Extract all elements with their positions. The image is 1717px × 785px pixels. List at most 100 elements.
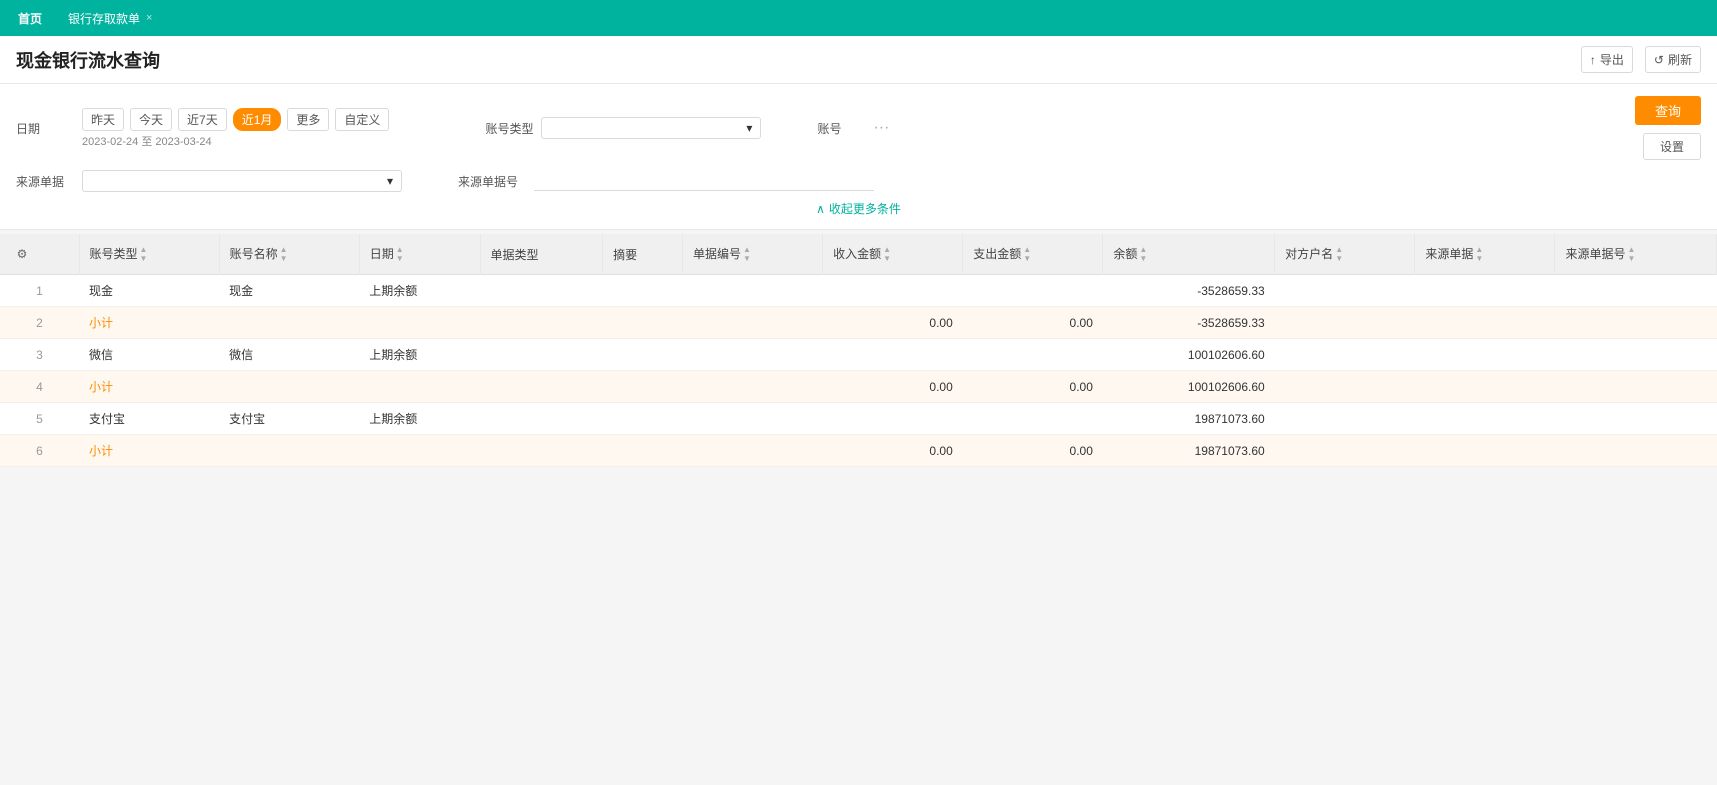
cell-expense [963,403,1103,435]
account-type-chevron: ▾ [746,121,752,135]
cell-expense [963,275,1103,307]
nav-home[interactable]: 首页 [4,0,56,36]
table-row: 3微信微信上期余额100102606.60 [0,339,1717,371]
cell-doc_no [682,339,822,371]
date-btn-近7天[interactable]: 近7天 [178,108,227,131]
col-header-source_doc_no[interactable]: 来源单据号▲▼ [1555,234,1717,275]
nav-tab-银行存取款单[interactable]: 银行存取款单× [56,0,188,36]
cell-doc_no [682,435,822,467]
cell-num: 4 [0,371,79,403]
col-header-doc_type: 单据类型 [480,234,603,275]
cell-source_doc_no [1555,307,1717,339]
cell-expense: 0.00 [963,371,1103,403]
cell-account_name [219,307,359,339]
table-wrapper: ⚙账号类型▲▼账号名称▲▼日期▲▼单据类型摘要单据编号▲▼收入金额▲▼支出金额▲… [0,234,1717,467]
cell-source_doc_no [1555,403,1717,435]
cell-income: 0.00 [823,307,963,339]
filter-row-1: 日期 昨天今天近7天近1月更多自定义 2023-02-24 至 2023-03-… [16,96,1701,160]
cell-doc_type [480,371,603,403]
cell-account_name: 现金 [219,275,359,307]
settings-button[interactable]: 设置 [1643,133,1701,160]
date-btn-更多[interactable]: 更多 [287,108,329,131]
collapse-bar[interactable]: ∧ 收起更多条件 [16,196,1701,221]
cell-summary [603,403,683,435]
source-doc-no-input[interactable] [534,172,874,191]
source-doc-no-label: 来源单据号 [458,173,518,190]
cell-balance: 19871073.60 [1103,403,1275,435]
col-header-account_type[interactable]: 账号类型▲▼ [79,234,219,275]
cell-summary [603,339,683,371]
export-icon: ↑ [1590,53,1596,67]
cell-summary [603,435,683,467]
date-btn-自定义[interactable]: 自定义 [335,108,389,131]
cell-source_doc [1415,275,1555,307]
date-btn-近1月[interactable]: 近1月 [233,108,282,131]
date-label: 日期 [16,120,66,137]
col-header-source_doc[interactable]: 来源单据▲▼ [1415,234,1555,275]
cell-num: 3 [0,339,79,371]
header-actions: ↑ 导出 ↺ 刷新 [1581,46,1701,73]
cell-doc_type [480,339,603,371]
source-doc-select[interactable]: ▾ [82,170,402,192]
col-header-income[interactable]: 收入金额▲▼ [823,234,963,275]
cell-date: 上期余额 [359,275,480,307]
cell-summary [603,371,683,403]
cell-source_doc_no [1555,435,1717,467]
col-header-balance[interactable]: 余额▲▼ [1103,234,1275,275]
col-header-doc_no[interactable]: 单据编号▲▼ [682,234,822,275]
cell-source_doc [1415,307,1555,339]
cell-date [359,371,480,403]
cell-account_name: 支付宝 [219,403,359,435]
cell-expense [963,339,1103,371]
account-type-select[interactable]: ▾ [541,117,761,139]
cell-account_type: 小计 [79,307,219,339]
data-table: ⚙账号类型▲▼账号名称▲▼日期▲▼单据类型摘要单据编号▲▼收入金额▲▼支出金额▲… [0,234,1717,467]
col-header-expense[interactable]: 支出金额▲▼ [963,234,1103,275]
account-ellipsis[interactable]: ··· [873,119,889,137]
cell-date [359,435,480,467]
cell-doc_type [480,307,603,339]
date-btn-今天[interactable]: 今天 [130,108,172,131]
close-icon[interactable]: × [146,12,152,24]
query-button[interactable]: 查询 [1635,96,1701,125]
date-btn-昨天[interactable]: 昨天 [82,108,124,131]
table-gear-icon[interactable]: ⚙ [10,242,34,266]
col-label: 单据类型 [491,248,539,262]
refresh-button[interactable]: ↺ 刷新 [1645,46,1701,73]
cell-summary [603,307,683,339]
account-type-label: 账号类型 [485,120,535,137]
export-button[interactable]: ↑ 导出 [1581,46,1633,73]
cell-balance: -3528659.33 [1103,275,1275,307]
cell-doc_type [480,275,603,307]
cell-counterpart [1275,371,1415,403]
cell-counterpart [1275,339,1415,371]
cell-date: 上期余额 [359,403,480,435]
col-label: 对方户名 [1285,247,1333,261]
cell-account_type: 支付宝 [79,403,219,435]
collapse-label: 收起更多条件 [829,200,901,217]
table-body: 1现金现金上期余额-3528659.332小计0.000.00-3528659.… [0,275,1717,467]
collapse-icon: ∧ [816,202,825,216]
cell-source_doc_no [1555,339,1717,371]
cell-balance: -3528659.33 [1103,307,1275,339]
cell-source_doc_no [1555,371,1717,403]
col-label: 账号名称 [230,247,278,261]
cell-num: 5 [0,403,79,435]
col-header-summary: 摘要 [603,234,683,275]
cell-source_doc [1415,339,1555,371]
cell-counterpart [1275,435,1415,467]
refresh-label: 刷新 [1668,51,1692,68]
col-header-counterpart[interactable]: 对方户名▲▼ [1275,234,1415,275]
col-header-date[interactable]: 日期▲▼ [359,234,480,275]
table-row: 5支付宝支付宝上期余额19871073.60 [0,403,1717,435]
cell-account_name [219,435,359,467]
sort-icon: ▲▼ [396,245,404,263]
col-header-account_name[interactable]: 账号名称▲▼ [219,234,359,275]
sort-icon: ▲▼ [1139,245,1147,263]
cell-balance: 100102606.60 [1103,371,1275,403]
cell-num: 6 [0,435,79,467]
date-range: 2023-02-24 至 2023-03-24 [82,133,389,149]
col-label: 摘要 [613,248,637,262]
source-doc-chevron: ▾ [387,174,393,188]
cell-income: 0.00 [823,435,963,467]
